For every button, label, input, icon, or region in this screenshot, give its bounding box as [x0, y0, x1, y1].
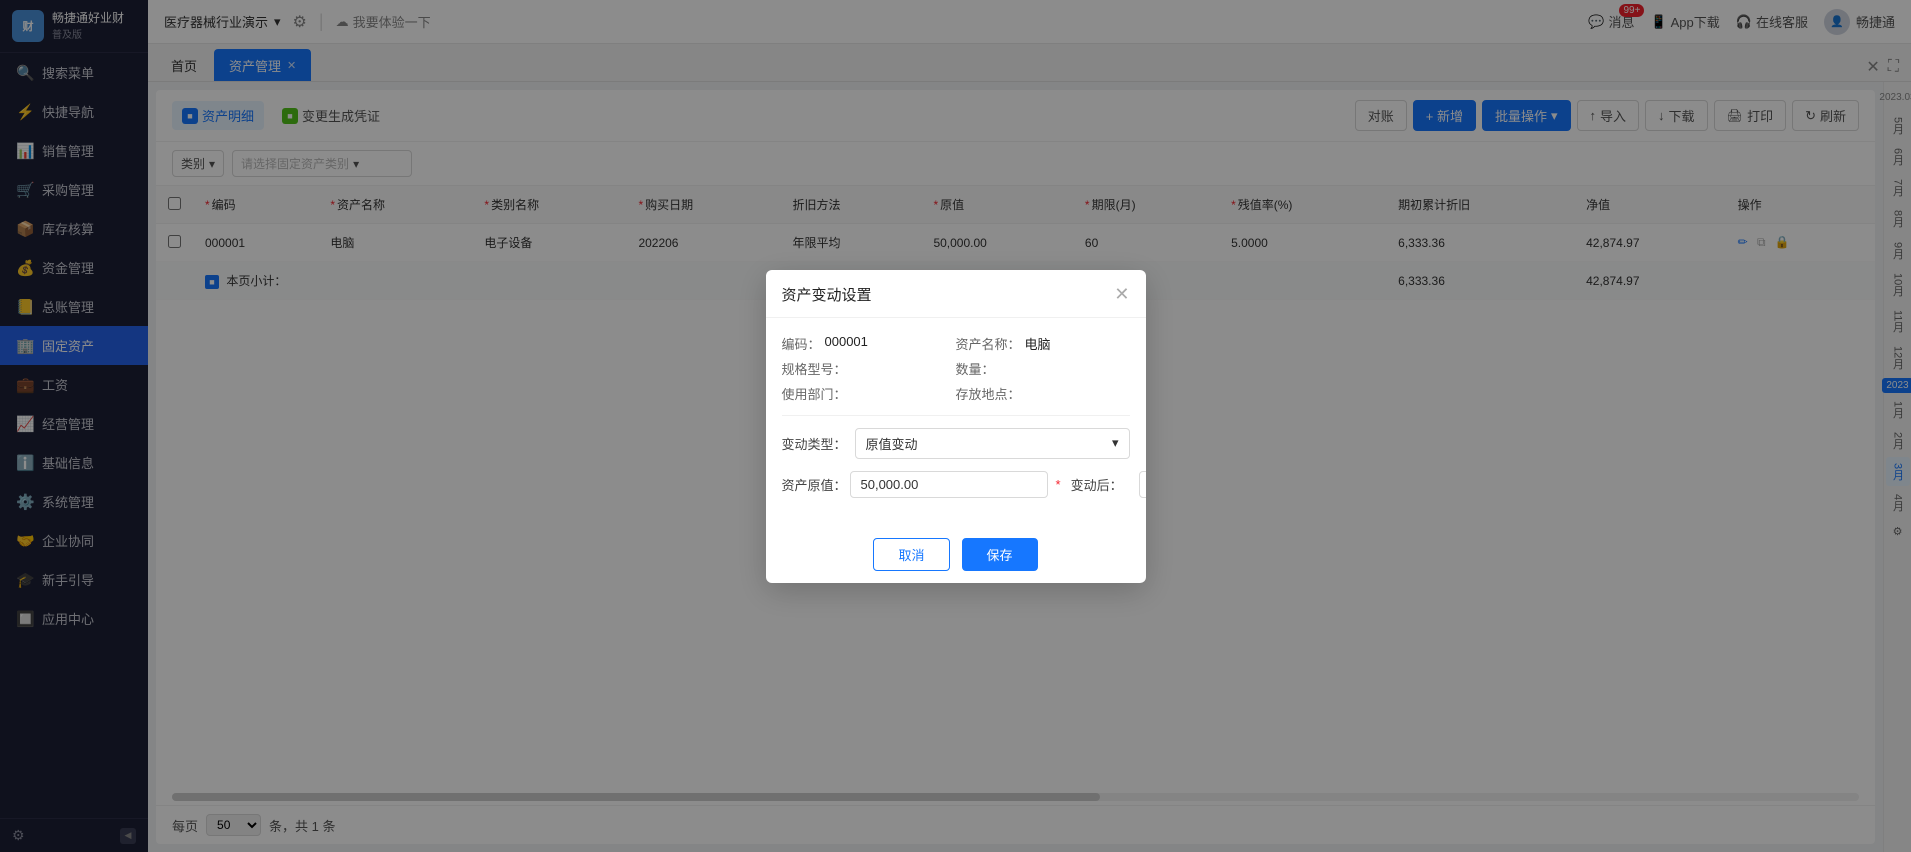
dialog-footer: 取消 保存 — [766, 526, 1146, 583]
location-label: 存放地点： — [956, 384, 1021, 403]
asset-name-value: 电脑 — [1025, 334, 1051, 353]
original-value-row: 资产原值： * 变动后： — [782, 471, 1130, 498]
info-location: 存放地点： — [956, 384, 1130, 403]
dialog-header: 资产变动设置 ✕ — [766, 270, 1146, 318]
dialog-divider — [782, 415, 1130, 416]
code-label: 编码： — [782, 334, 821, 353]
info-code: 编码： 000001 — [782, 334, 956, 353]
code-value: 000001 — [825, 334, 868, 353]
dialog-title: 资产变动设置 — [782, 284, 872, 305]
dept-label: 使用部门： — [782, 384, 847, 403]
chevron-down-icon: ▾ — [1112, 435, 1119, 451]
change-type-value: 原值变动 — [866, 434, 918, 453]
change-type-label: 变动类型： — [782, 434, 847, 453]
quantity-label: 数量： — [956, 359, 995, 378]
asset-name-label: 资产名称： — [956, 334, 1021, 353]
dialog-body: 编码： 000001 资产名称： 电脑 规格型号： 数量： 使用部门： — [766, 318, 1146, 526]
required-star: * — [1056, 477, 1061, 492]
info-name: 资产名称： 电脑 — [956, 334, 1130, 353]
dialog-close-btn[interactable]: ✕ — [1114, 284, 1129, 305]
after-change-label: 变动后： — [1071, 475, 1131, 494]
cancel-label: 取消 — [898, 548, 924, 563]
after-change-input[interactable] — [1139, 471, 1146, 498]
original-value-input[interactable] — [850, 471, 1048, 498]
dialog-info-grid: 编码： 000001 资产名称： 电脑 规格型号： 数量： 使用部门： — [782, 334, 1130, 403]
change-type-select[interactable]: 原值变动 ▾ — [855, 428, 1130, 459]
asset-change-dialog: 资产变动设置 ✕ 编码： 000001 资产名称： 电脑 规格型号： 数量： — [766, 270, 1146, 583]
spec-label: 规格型号： — [782, 359, 847, 378]
cancel-btn[interactable]: 取消 — [873, 538, 949, 571]
dialog-overlay[interactable]: 资产变动设置 ✕ 编码： 000001 资产名称： 电脑 规格型号： 数量： — [0, 0, 1911, 852]
save-label: 保存 — [987, 548, 1013, 563]
info-spec: 规格型号： — [782, 359, 956, 378]
original-value-label: 资产原值： — [782, 475, 842, 494]
info-quantity: 数量： — [956, 359, 1130, 378]
save-btn[interactable]: 保存 — [962, 538, 1038, 571]
change-type-row: 变动类型： 原值变动 ▾ — [782, 428, 1130, 459]
info-dept: 使用部门： — [782, 384, 956, 403]
